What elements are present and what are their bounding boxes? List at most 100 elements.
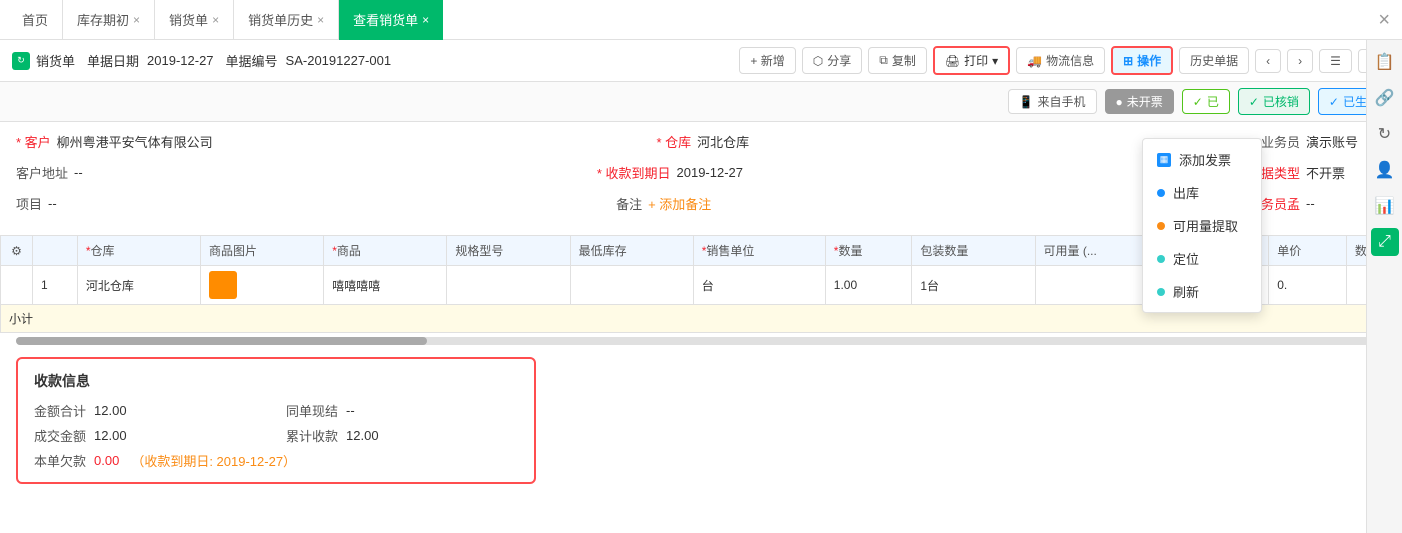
copy-button[interactable]: ⧉ 复制 (868, 47, 927, 74)
phone-icon: 📱 (1019, 95, 1034, 109)
project-field: 项目 -- (16, 194, 128, 213)
due-date-field: * 收款到期日 2019-12-27 (597, 163, 757, 182)
tab-sales-history-close[interactable]: × (317, 13, 324, 27)
cell-pack-qty: 1台 (912, 266, 1035, 305)
th-unit: *销售单位 (693, 236, 825, 266)
not-open-dot: ● (1116, 95, 1123, 109)
operation-button[interactable]: ⊞ 操作 (1111, 46, 1173, 75)
quantity-extract-item[interactable]: 可用量提取 (1143, 209, 1261, 242)
window-close-button[interactable]: × (1366, 0, 1402, 40)
bottom-section: 收款信息 金额合计 12.00 同单现结 -- 成交金额 12.00 (0, 349, 1402, 492)
quantity-dot (1157, 222, 1165, 230)
employee-label: 业务员 (1261, 132, 1300, 151)
right-panel: 📋 🔗 ↻ 👤 📊 ⤢ (1366, 40, 1402, 533)
doc-header: ↻ 销货单 单据日期 2019-12-27 单据编号 SA-20191227-0… (0, 40, 1402, 82)
cumulative-label: 累计收款 (286, 426, 338, 445)
print-icon: 🖨 (945, 54, 960, 68)
tab-view-sales[interactable]: 查看销货单 × (339, 0, 443, 40)
outbound-item[interactable]: 出库 (1143, 176, 1261, 209)
check-circle-icon: ✓ (1249, 95, 1259, 109)
copy-icon: ⧉ (879, 53, 888, 68)
address-value: -- (74, 165, 154, 180)
doc-type-icon: ↻ (12, 52, 30, 70)
sold-status[interactable]: ✓ 已核销 (1238, 88, 1310, 115)
logistics-label: 物流信息 (1046, 52, 1094, 69)
cell-product-img (201, 266, 324, 305)
list-view-button[interactable]: ☰ (1319, 49, 1352, 73)
table-scrollbar[interactable] (16, 337, 1386, 345)
not-open-button[interactable]: ● 未开票 (1105, 89, 1174, 114)
product-image (209, 271, 237, 299)
doc-type-label: 销货单 (36, 51, 75, 70)
payment-info-box: 收款信息 金额合计 12.00 同单现结 -- 成交金额 12.00 (16, 357, 536, 484)
tab-sales[interactable]: 销货单 × (155, 0, 234, 40)
number-label: 单据编号 (226, 51, 278, 70)
transaction-amount-row: 成交金额 12.00 (34, 426, 266, 445)
cell-qty: 1.00 (825, 266, 912, 305)
tab-view-sales-label: 查看销货单 (353, 10, 418, 29)
doc-title: ↻ 销货单 (12, 51, 75, 70)
check-button[interactable]: ✓ 已 (1182, 89, 1230, 114)
copy-label: 复制 (892, 52, 916, 69)
print-button[interactable]: 🖨 打印 ▾ (933, 46, 1010, 75)
locate-item[interactable]: 定位 (1143, 242, 1261, 275)
refresh-item[interactable]: 刷新 (1143, 275, 1261, 308)
due-date-label: * 收款到期日 (597, 163, 671, 182)
th-product: *商品 (324, 236, 447, 266)
tab-sales-history[interactable]: 销货单历史 × (234, 0, 339, 40)
add-invoice-item[interactable]: ▦ 添加发票 (1143, 143, 1261, 176)
tab-view-sales-close[interactable]: × (422, 13, 429, 27)
address-label: 客户地址 (16, 163, 68, 182)
from-phone-button[interactable]: 📱 来自手机 (1008, 89, 1097, 114)
panel-icon-expand[interactable]: ⤢ (1371, 228, 1399, 256)
new-button[interactable]: + 新增 (739, 47, 795, 74)
share-button[interactable]: ⬡ 分享 (802, 47, 863, 74)
total-amount-value: 12.00 (94, 403, 127, 418)
th-unit-price: 单价 (1269, 236, 1347, 266)
doc-number-meta: 单据编号 SA-20191227-001 (226, 51, 392, 70)
warehouse-label: * 仓库 (657, 132, 692, 151)
outbound-label: 出库 (1173, 183, 1199, 202)
cell-warehouse: 河北仓库 (77, 266, 200, 305)
next-doc-button[interactable]: › (1287, 49, 1313, 73)
th-gear[interactable]: ⚙ (1, 236, 33, 266)
tab-inventory[interactable]: 库存期初 × (63, 0, 155, 40)
table-scrollbar-thumb (16, 337, 427, 345)
cell-spec (447, 266, 570, 305)
due-date-value: 2019-12-27 (677, 165, 757, 180)
customer-label: * 客户 (16, 132, 51, 151)
tab-sales-close[interactable]: × (212, 13, 219, 27)
refresh-dot (1157, 288, 1165, 296)
outbound-dot (1157, 189, 1165, 197)
tab-sales-history-label: 销货单历史 (248, 10, 313, 29)
doc-date-meta: 单据日期 2019-12-27 (87, 51, 214, 70)
panel-icon-1[interactable]: 📋 (1371, 48, 1399, 76)
history-button[interactable]: 历史单据 (1179, 47, 1249, 74)
panel-icon-4[interactable]: 👤 (1371, 156, 1399, 184)
tab-home[interactable]: 首页 (8, 0, 63, 40)
panel-icon-5[interactable]: 📊 (1371, 192, 1399, 220)
invoice-icon: ▦ (1157, 153, 1171, 167)
cell-unit-price: 0. (1269, 266, 1347, 305)
total-amount-label: 金额合计 (34, 401, 86, 420)
logistics-button[interactable]: 🚚 物流信息 (1016, 47, 1105, 74)
panel-icon-3[interactable]: ↻ (1371, 120, 1399, 148)
current-due-label: 本单欠款 (34, 451, 86, 470)
tab-inventory-close[interactable]: × (133, 13, 140, 27)
doc-actions: + 新增 ⬡ 分享 ⧉ 复制 🖨 打印 ▾ 🚚 物流信息 (739, 46, 1390, 75)
panel-icon-2[interactable]: 🔗 (1371, 84, 1399, 112)
logistics-icon: 🚚 (1027, 54, 1042, 68)
cell-product: 嘻嘻嘻嘻 (324, 266, 447, 305)
add-note-button[interactable]: + 添加备注 (648, 194, 711, 213)
prev-doc-button[interactable]: ‹ (1255, 49, 1281, 73)
tab-inventory-label: 库存期初 (77, 10, 129, 29)
customer-value: 柳州粤港平安气体有限公司 (57, 132, 213, 151)
address-field: 客户地址 -- (16, 163, 154, 182)
share-label: 分享 (827, 52, 851, 69)
total-amount-row: 金额合计 12.00 (34, 401, 266, 420)
tab-home-label: 首页 (22, 10, 48, 29)
same-order-row: 同单现结 -- (286, 401, 518, 420)
cumulative-row: 累计收款 12.00 (286, 426, 518, 445)
payment-grid: 金额合计 12.00 同单现结 -- 成交金额 12.00 累计收款 12.00 (34, 401, 518, 470)
th-warehouse: *仓库 (77, 236, 200, 266)
